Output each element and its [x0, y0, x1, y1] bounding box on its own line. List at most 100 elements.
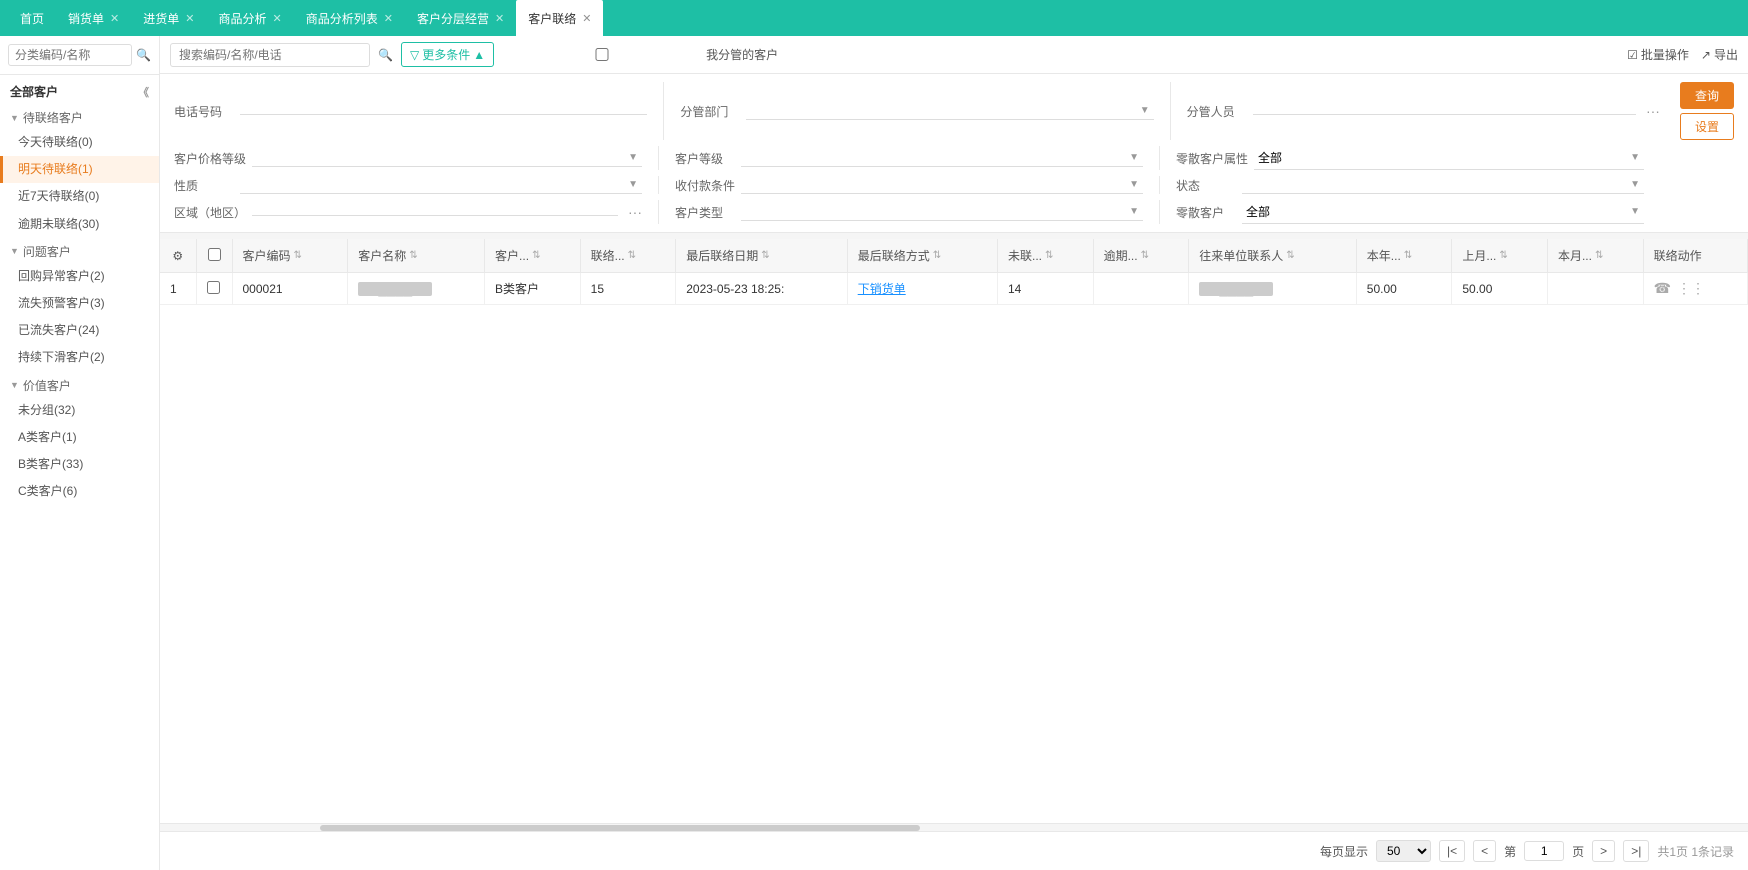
sort-icon[interactable]: ⇅ — [1045, 250, 1053, 261]
sidebar-search-bar: 🔍 — [0, 36, 159, 75]
sidebar-item-class-c[interactable]: C类客户(6) — [0, 478, 159, 505]
nav-customer-layering-close[interactable]: ✕ — [495, 12, 504, 25]
nav-purchase[interactable]: 进货单 ✕ — [131, 0, 206, 36]
batch-operation-button[interactable]: ☑ 批量操作 — [1627, 46, 1689, 63]
sort-icon[interactable]: ⇅ — [933, 250, 941, 261]
col-customer-code: 客户编码 ⇅ — [232, 239, 348, 273]
sidebar-item-ungrouped[interactable]: 未分组(32) — [0, 397, 159, 424]
first-page-button[interactable]: |< — [1439, 840, 1465, 862]
nav-customer-contact[interactable]: 客户联络 ✕ — [516, 0, 603, 36]
sidebar-item-class-a[interactable]: A类客户(1) — [0, 424, 159, 451]
sidebar-all-customers[interactable]: 全部客户 《 — [0, 75, 159, 104]
filter-retail-customer-select[interactable]: 全部 ▼ — [1242, 200, 1644, 224]
col-customer-type: 客户... ⇅ — [485, 239, 581, 273]
sidebar-item-churn-warning[interactable]: 流失预警客户(3) — [0, 290, 159, 317]
nav-purchase-close[interactable]: ✕ — [185, 12, 194, 25]
sidebar-item-churned[interactable]: 已流失客户(24) — [0, 317, 159, 344]
more-icon[interactable]: ··· — [1646, 103, 1660, 119]
phone-icon[interactable]: ☎ — [1654, 280, 1671, 297]
row-select-checkbox[interactable] — [207, 281, 220, 294]
sidebar-item-repurchase-abnormal[interactable]: 回购异常客户(2) — [0, 263, 159, 290]
next-page-button[interactable]: > — [1592, 840, 1615, 862]
nav-product-analysis-list-close[interactable]: ✕ — [384, 12, 393, 25]
customer-name-masked: ████ — [358, 282, 432, 296]
filter-nature-select[interactable]: ▼ — [240, 176, 642, 194]
select-all-checkbox[interactable] — [208, 248, 221, 261]
sidebar-item-class-b[interactable]: B类客户(33) — [0, 451, 159, 478]
col-this-year: 本年... ⇅ — [1356, 239, 1452, 273]
sidebar-group-value: 价值客户 — [0, 372, 159, 397]
filter-price-grade-select[interactable]: ▼ — [252, 149, 642, 167]
sidebar-item-overdue[interactable]: 逾期未联络(30) — [0, 211, 159, 238]
sidebar-item-week[interactable]: 近7天待联络(0) — [0, 183, 159, 210]
col-this-month: 本月... ⇅ — [1547, 239, 1643, 273]
filter-customer-type-select[interactable]: ▼ — [741, 203, 1143, 221]
export-label: 导出 — [1714, 46, 1738, 63]
filter-phone: 电话号码 — [174, 103, 647, 120]
filter-region-input[interactable] — [252, 209, 618, 216]
chevron-down-icon: ▼ — [1140, 105, 1150, 116]
filter-phone-input[interactable] — [240, 108, 647, 115]
search-input[interactable] — [170, 43, 370, 67]
filter-status-select[interactable]: ▼ — [1242, 176, 1644, 194]
sort-icon[interactable]: ⇅ — [294, 250, 302, 261]
sidebar-item-today[interactable]: 今天待联络(0) — [0, 129, 159, 156]
prev-page-button[interactable]: < — [1473, 840, 1496, 862]
more-actions-icon[interactable]: ⋮⋮ — [1677, 280, 1705, 297]
filter-nature: 性质 ▼ — [174, 176, 642, 194]
nav-product-analysis-close[interactable]: ✕ — [273, 12, 282, 25]
export-button[interactable]: ↗ 导出 — [1701, 46, 1738, 63]
filter-customer-grade: 客户等级 ▼ — [675, 149, 1143, 167]
sidebar-search-icon[interactable]: 🔍 — [136, 48, 151, 62]
right-actions: ☑ 批量操作 ↗ 导出 — [1627, 46, 1738, 63]
last-page-button[interactable]: >| — [1623, 840, 1649, 862]
nav-home[interactable]: 首页 — [8, 0, 56, 36]
filter-payment-label: 收付款条件 — [675, 177, 735, 194]
page-input[interactable] — [1524, 841, 1564, 861]
settings-button[interactable]: 设置 — [1680, 113, 1734, 140]
per-page-select[interactable]: 50 100 200 — [1376, 840, 1431, 862]
batch-operation-label: 批量操作 — [1641, 46, 1689, 63]
filter-retail-attr-select[interactable]: 全部 ▼ — [1254, 146, 1644, 170]
sort-icon[interactable]: ⇅ — [532, 250, 540, 261]
nav-sales-close[interactable]: ✕ — [110, 12, 119, 25]
search-button[interactable]: 🔍 — [378, 48, 393, 62]
more-icon[interactable]: ··· — [628, 204, 642, 220]
more-conditions-button[interactable]: ▽ 更多条件 ▲ — [401, 42, 494, 67]
horizontal-scrollbar[interactable] — [160, 823, 1748, 831]
sort-icon[interactable]: ⇅ — [1141, 250, 1149, 261]
nav-customer-contact-label: 客户联络 — [528, 10, 576, 27]
sort-icon[interactable]: ⇅ — [1595, 250, 1603, 261]
sort-icon[interactable]: ⇅ — [1499, 250, 1507, 261]
filter-retail-customer-label: 零散客户 — [1176, 204, 1236, 221]
sidebar-search-input[interactable] — [8, 44, 132, 66]
col-settings[interactable]: ⚙ — [160, 239, 196, 273]
filter-dept-select[interactable]: ▼ — [746, 102, 1153, 120]
checkbox-icon: ☑ — [1627, 48, 1638, 62]
sidebar-collapse-icon[interactable]: 《 — [138, 84, 149, 100]
sidebar-group-pending-label: 待联络客户 — [23, 109, 83, 126]
last-contact-method-link[interactable]: 下销货单 — [858, 282, 906, 296]
my-customers-checkbox[interactable] — [502, 48, 702, 61]
sidebar-item-tomorrow[interactable]: 明天待联络(1) — [0, 156, 159, 183]
nav-product-analysis-list[interactable]: 商品分析列表 ✕ — [294, 0, 405, 36]
nav-sales[interactable]: 销货单 ✕ — [56, 0, 131, 36]
query-button[interactable]: 查询 — [1680, 82, 1734, 109]
col-overdue: 逾期... ⇅ — [1093, 239, 1189, 273]
sort-icon[interactable]: ⇅ — [1404, 250, 1412, 261]
filter-customer-grade-select[interactable]: ▼ — [741, 149, 1143, 167]
sort-icon[interactable]: ⇅ — [761, 250, 769, 261]
sort-icon[interactable]: ⇅ — [1286, 250, 1294, 261]
scrollbar-thumb[interactable] — [320, 825, 920, 831]
nav-product-analysis[interactable]: 商品分析 ✕ — [206, 0, 293, 36]
page-label: 第 — [1504, 843, 1516, 860]
nav-customer-layering[interactable]: 客户分层经营 ✕ — [405, 0, 516, 36]
nav-customer-contact-close[interactable]: ✕ — [582, 12, 591, 25]
filter-payment-select[interactable]: ▼ — [741, 176, 1143, 194]
sidebar-item-declining[interactable]: 持续下滑客户(2) — [0, 344, 159, 371]
sort-icon[interactable]: ⇅ — [409, 250, 417, 261]
per-page-label: 每页显示 — [1320, 843, 1368, 860]
filter-person-input[interactable] — [1253, 108, 1636, 115]
sort-icon[interactable]: ⇅ — [628, 250, 636, 261]
chevron-down-icon: ▼ — [1630, 206, 1640, 217]
